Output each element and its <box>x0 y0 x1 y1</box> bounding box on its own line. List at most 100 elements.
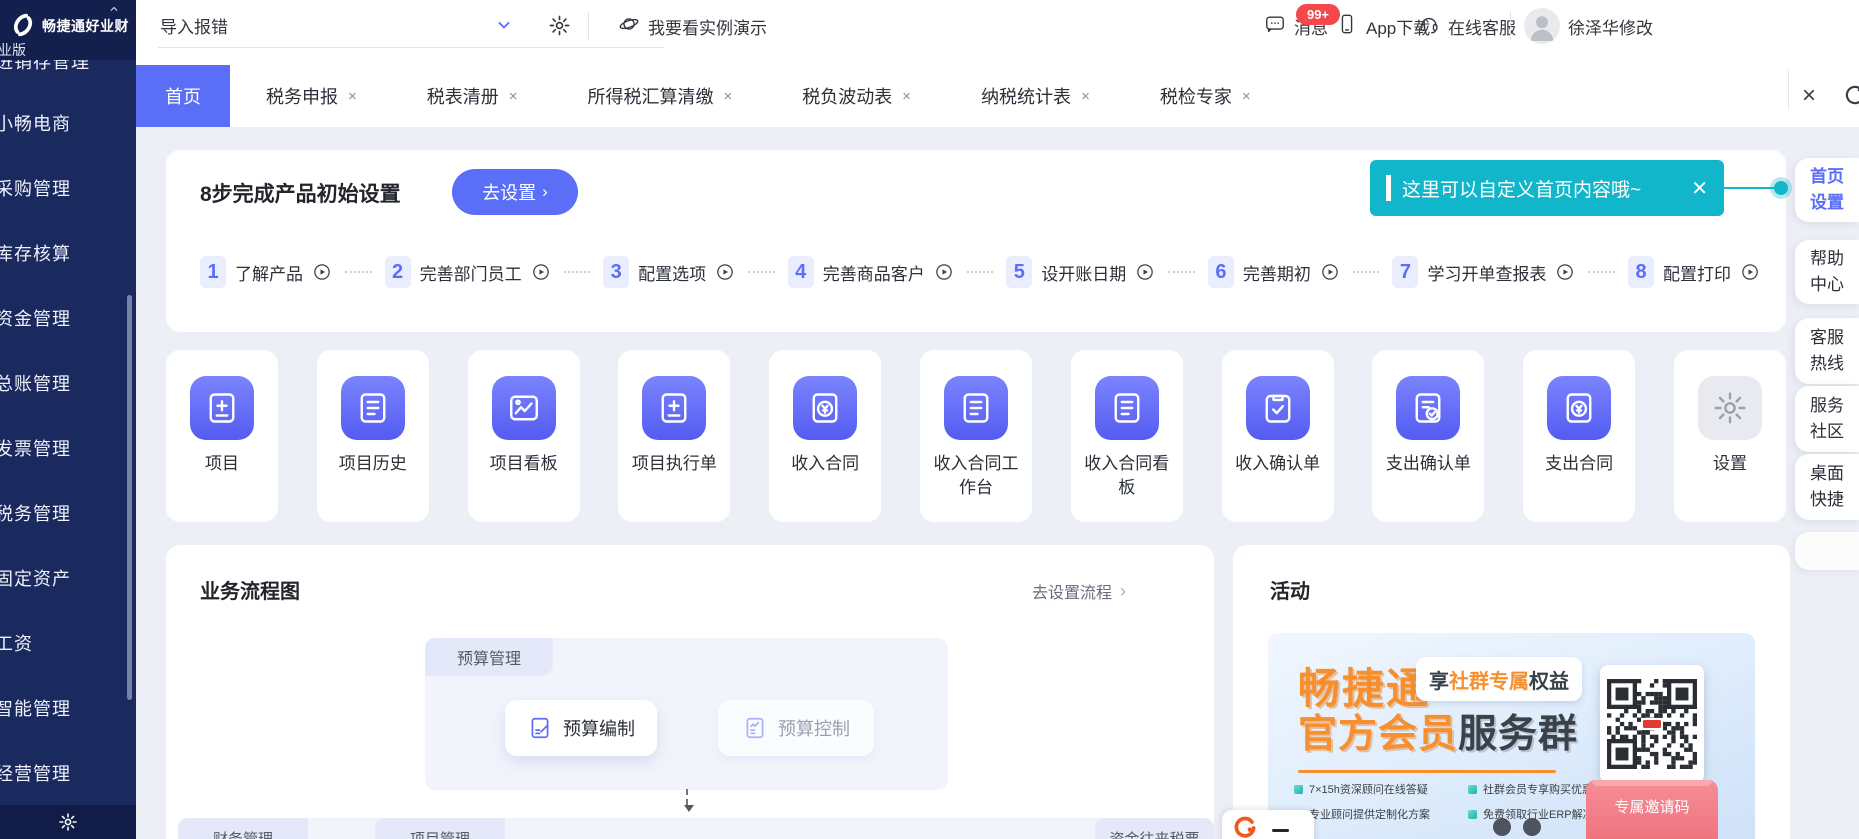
chevron-down-icon[interactable] <box>494 15 514 40</box>
flow-arrow-down <box>684 789 694 812</box>
app-shortcut[interactable]: 收入合同看板 <box>1070 350 1183 522</box>
sidebar-item[interactable]: 智能管理 <box>0 698 136 720</box>
go-setup-button[interactable]: 去设置 › <box>452 169 578 215</box>
sidebar-item[interactable]: 工资 <box>0 633 136 655</box>
floating-chat-widget[interactable] <box>1222 810 1314 839</box>
budget-control-button[interactable]: 预算控制 <box>718 700 874 756</box>
close-all-tabs-button[interactable]: × <box>1802 78 1816 114</box>
play-icon[interactable] <box>1740 262 1760 282</box>
app-shortcut[interactable]: 支出合同 <box>1523 350 1636 522</box>
carousel-dot[interactable] <box>1493 818 1511 836</box>
message-bubble-icon <box>1264 13 1286 40</box>
go-setup-label: 去设置 <box>482 183 537 203</box>
app-shortcut[interactable]: 收入合同工作台 <box>919 350 1032 522</box>
tab[interactable]: 纳税统计表 × <box>981 83 1090 109</box>
app-download-button[interactable]: App下载 <box>1336 13 1430 40</box>
app-shortcut-label: 支出合同 <box>1545 454 1614 473</box>
step-connector <box>748 271 775 273</box>
banner-bullet: 专业顾问提供定制化方案 <box>1294 806 1468 822</box>
app-shortcut[interactable]: 项目看板 <box>467 350 580 522</box>
step-label: 了解产品 <box>235 264 303 284</box>
play-icon[interactable] <box>1320 262 1340 282</box>
play-icon[interactable] <box>531 262 551 282</box>
app-shortcut[interactable]: 收入确认单 <box>1221 350 1334 522</box>
minimize-icon[interactable] <box>1272 828 1289 832</box>
tab[interactable]: 所得税汇算清缴 × <box>588 83 733 109</box>
project-section-tag: 项目管理 <box>375 818 505 839</box>
rail-tab-partial[interactable] <box>1795 532 1859 570</box>
close-icon[interactable]: × <box>1081 88 1090 105</box>
sidebar-scrollbar[interactable] <box>127 295 132 700</box>
gear-icon[interactable] <box>548 14 571 37</box>
carousel-dot[interactable] <box>1523 818 1541 836</box>
tab[interactable]: 税负波动表 × <box>802 83 911 109</box>
sidebar-item[interactable]: 经营管理 <box>0 763 136 785</box>
app-root: 畅捷通好业财 业版 进销存管理 小畅电商 采购管理 库存核算 资金管理 总账管理 发票管理… <box>0 0 1859 839</box>
tab[interactable]: 税表清册 × <box>427 83 518 109</box>
app-shortcut[interactable]: 项目 <box>166 350 278 522</box>
sidebar-settings-gear-icon[interactable] <box>0 805 136 839</box>
sidebar-item[interactable]: 固定资产 <box>0 568 136 590</box>
sidebar-item[interactable]: 库存核算 <box>0 243 136 265</box>
app-shortcut[interactable]: 收入合同 <box>769 350 882 522</box>
doc-yen-icon <box>1547 376 1612 440</box>
budget-edit-label: 预算编制 <box>563 719 635 739</box>
play-icon[interactable] <box>934 262 954 282</box>
chanjet-float-logo-icon[interactable] <box>1232 815 1258 839</box>
tab-home[interactable]: 首页 <box>136 65 230 127</box>
home-customize-tooltip: 这里可以自定义首页内容哦~ ✕ <box>1370 160 1724 216</box>
activity-card-title: 活动 <box>1270 581 1310 603</box>
dropdown-underline <box>158 47 664 48</box>
close-icon[interactable]: ✕ <box>1691 176 1708 201</box>
banner-bullet: 7×15h资深顾问在线答疑 <box>1294 781 1468 797</box>
rail-tab[interactable]: 帮助中心 <box>1795 240 1859 304</box>
finance-section: 财务管理 <box>178 818 408 839</box>
sidebar-item[interactable]: 资金管理 <box>0 308 136 330</box>
cube-icon <box>1468 809 1477 819</box>
sidebar-item-partial[interactable]: 进销存管理 <box>0 60 136 73</box>
username[interactable]: 徐泽华修改 <box>1568 14 1653 39</box>
budget-edit-button[interactable]: 预算编制 <box>505 700 657 756</box>
refresh-icon[interactable] <box>1842 82 1859 113</box>
sidebar-item[interactable]: 采购管理 <box>0 178 136 200</box>
close-icon[interactable]: × <box>1242 88 1251 105</box>
headline-dark: 服务群 <box>1458 713 1579 756</box>
divider <box>588 12 589 40</box>
tab[interactable]: 税检专家 × <box>1160 83 1251 109</box>
app-shortcut[interactable]: 支出确认单 <box>1372 350 1485 522</box>
close-icon[interactable]: × <box>509 88 518 105</box>
sidebar-item[interactable]: 小畅电商 <box>0 113 136 135</box>
close-icon[interactable]: × <box>724 88 733 105</box>
online-service-button[interactable]: 在线客服 <box>1418 13 1516 40</box>
import-error-label: 导入报错 <box>160 18 228 37</box>
sidebar-item[interactable]: 税务管理 <box>0 503 136 525</box>
app-shortcut[interactable]: 项目执行单 <box>618 350 731 522</box>
play-icon[interactable] <box>312 262 332 282</box>
tab[interactable]: 税务申报 × <box>266 83 357 109</box>
close-icon[interactable]: × <box>348 88 357 105</box>
avatar[interactable] <box>1524 8 1560 44</box>
rail-tab[interactable]: 客服热线 <box>1795 318 1859 384</box>
play-icon[interactable] <box>715 262 735 282</box>
sidebar-item[interactable]: 总账管理 <box>0 373 136 395</box>
app-shortcut-label: 收入确认单 <box>1235 454 1321 473</box>
promo-banner[interactable]: 畅捷通 享社群专属 权益 官方会员服务群 7×15h资深顾问在线答疑 社群会员专享购… <box>1268 633 1755 839</box>
rail-tab-label: 服务社区 <box>1810 396 1844 441</box>
rail-tab[interactable]: 首页设置 <box>1795 158 1859 222</box>
app-shortcut-label: 项目看板 <box>489 454 558 473</box>
setup-flow-link[interactable]: 去设置流程 › <box>1032 579 1126 603</box>
close-icon[interactable]: × <box>902 88 911 105</box>
app-shortcut[interactable]: 项目历史 <box>316 350 429 522</box>
sidebar-item[interactable]: 发票管理 <box>0 438 136 460</box>
demo-link[interactable]: 我要看实例演示 <box>618 13 767 40</box>
tab-label: 税务申报 <box>266 87 338 107</box>
rail-tab[interactable]: 桌面快捷 <box>1795 454 1859 520</box>
play-icon[interactable] <box>1555 262 1575 282</box>
import-error-dropdown[interactable]: 导入报错 <box>160 13 228 38</box>
app-shortcut[interactable]: 设置 <box>1673 350 1786 522</box>
rail-tab[interactable]: 服务社区 <box>1795 386 1859 452</box>
tab-bar: 首页 税务申报 × 税表清册 × 所得税汇算清缴 × 税负波动表 × 纳税统计表 × 税检专家 × × <box>136 52 1859 127</box>
banner-headline: 官方会员服务群 <box>1298 703 1578 759</box>
step-connector <box>345 271 372 273</box>
play-icon[interactable] <box>1135 262 1155 282</box>
